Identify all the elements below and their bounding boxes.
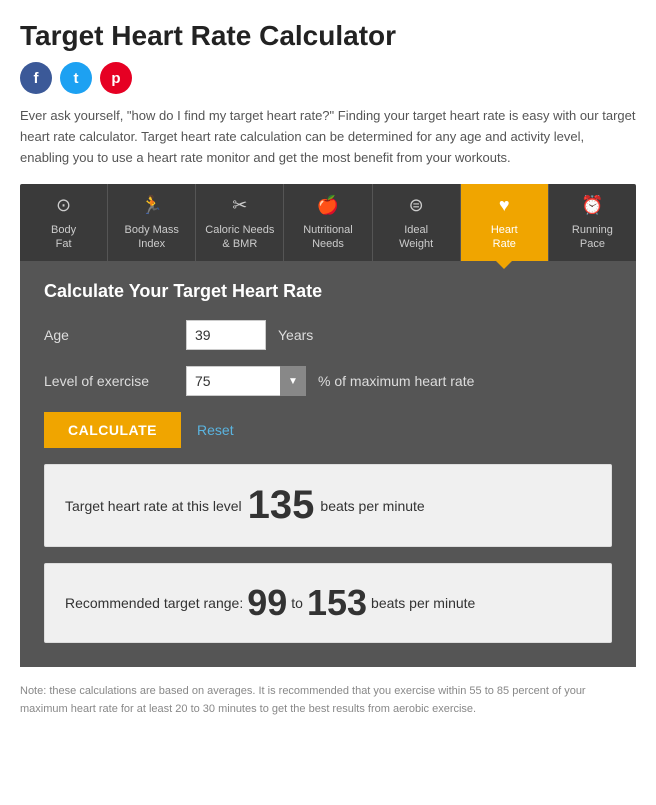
exercise-row: Level of exercise 55 60 65 70 75 80 85 ▼… xyxy=(44,366,612,396)
age-label: Age xyxy=(44,327,174,343)
social-icons: f t p xyxy=(20,62,636,94)
pinterest-icon[interactable]: p xyxy=(100,62,132,94)
exercise-select[interactable]: 55 60 65 70 75 80 85 xyxy=(186,366,306,396)
nav-item-body-fat[interactable]: ⊙ BodyFat xyxy=(20,184,108,261)
heart-rate-icon: ♥ xyxy=(499,194,510,217)
twitter-icon[interactable]: t xyxy=(60,62,92,94)
result1-prefix: Target heart rate at this level xyxy=(65,498,242,514)
caloric-icon: ✂ xyxy=(232,194,247,217)
result-box-1: Target heart rate at this level 135 beat… xyxy=(44,464,612,547)
bmi-icon: 🏃 xyxy=(141,194,163,217)
nav-item-heart-rate[interactable]: ♥ HeartRate xyxy=(461,184,549,261)
result2-suffix: beats per minute xyxy=(371,595,475,611)
exercise-select-wrapper: 55 60 65 70 75 80 85 ▼ xyxy=(186,366,306,396)
nutritional-icon: 🍎 xyxy=(317,194,339,217)
nav-item-running-pace[interactable]: ⏰ RunningPace xyxy=(549,184,636,261)
running-pace-icon: ⏰ xyxy=(581,194,603,217)
exercise-label: Level of exercise xyxy=(44,373,174,389)
result2-number1: 99 xyxy=(247,582,287,624)
nav-item-caloric[interactable]: ✂ Caloric Needs& BMR xyxy=(196,184,284,261)
body-fat-icon: ⊙ xyxy=(56,194,71,217)
age-input[interactable] xyxy=(186,320,266,350)
nav-label-nutritional: NutritionalNeeds xyxy=(303,223,353,252)
nav-item-bmi[interactable]: 🏃 Body MassIndex xyxy=(108,184,196,261)
result-2-content: Recommended target range: 99 to 153 beat… xyxy=(65,582,591,624)
exercise-unit: % of maximum heart rate xyxy=(318,373,474,389)
calculator-section: Calculate Your Target Heart Rate Age Yea… xyxy=(20,261,636,667)
nav-item-ideal-weight[interactable]: ⊜ IdealWeight xyxy=(373,184,461,261)
nav-label-body-fat: BodyFat xyxy=(51,223,76,252)
button-row: CALCULATE Reset xyxy=(44,412,612,448)
result2-to: to xyxy=(291,595,303,611)
nav-label-running-pace: RunningPace xyxy=(572,223,613,252)
nav-label-ideal-weight: IdealWeight xyxy=(399,223,433,252)
result2-number2: 153 xyxy=(307,582,367,624)
age-row: Age Years xyxy=(44,320,612,350)
nav-item-nutritional[interactable]: 🍎 NutritionalNeeds xyxy=(284,184,372,261)
age-unit: Years xyxy=(278,327,313,343)
note-text: Note: these calculations are based on av… xyxy=(20,683,636,718)
result2-prefix: Recommended target range: xyxy=(65,595,243,611)
ideal-weight-icon: ⊜ xyxy=(409,194,424,217)
calculate-button[interactable]: CALCULATE xyxy=(44,412,181,448)
nav-bar: ⊙ BodyFat 🏃 Body MassIndex ✂ Caloric Nee… xyxy=(20,184,636,261)
page-title: Target Heart Rate Calculator xyxy=(20,20,636,52)
nav-label-heart-rate: HeartRate xyxy=(491,223,518,252)
result-1-content: Target heart rate at this level 135 beat… xyxy=(65,483,591,528)
result1-suffix: beats per minute xyxy=(320,498,424,514)
calculator-title: Calculate Your Target Heart Rate xyxy=(44,281,612,302)
nav-label-caloric: Caloric Needs& BMR xyxy=(205,223,274,252)
result1-number: 135 xyxy=(248,483,315,528)
facebook-icon[interactable]: f xyxy=(20,62,52,94)
intro-text: Ever ask yourself, "how do I find my tar… xyxy=(20,106,636,168)
nav-label-bmi: Body MassIndex xyxy=(125,223,179,252)
reset-button[interactable]: Reset xyxy=(197,422,234,438)
result-box-2: Recommended target range: 99 to 153 beat… xyxy=(44,563,612,643)
